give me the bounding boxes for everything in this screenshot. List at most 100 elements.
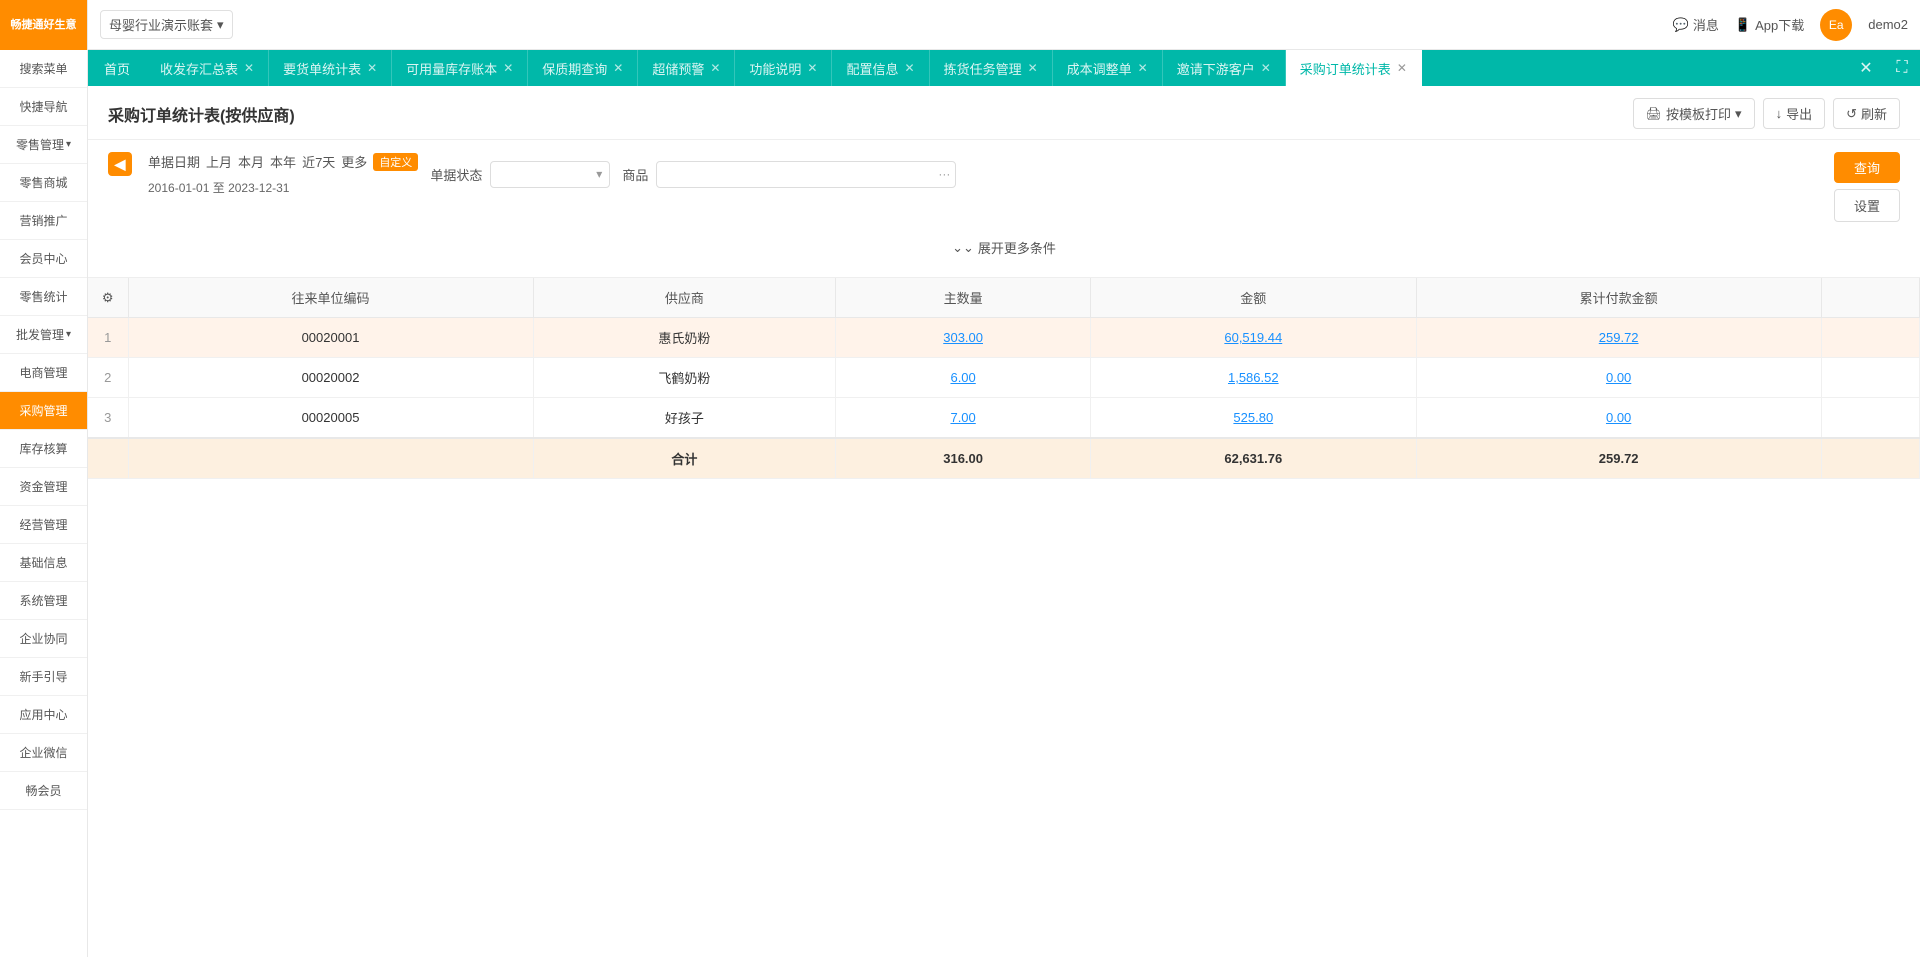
quantity-link[interactable]: 303.00 [943, 330, 983, 345]
status-select[interactable] [490, 161, 610, 188]
nav-tab-拣货任务管理[interactable]: 拣货任务管理✕ [930, 50, 1053, 86]
shortcut-this-year[interactable]: 本年 [270, 152, 296, 171]
avatar[interactable]: Ea [1820, 9, 1852, 41]
sidebar-item-搜索菜单[interactable]: 搜索菜单 [0, 50, 88, 88]
amount-link[interactable]: 1,586.52 [1228, 370, 1279, 385]
goods-dots-btn[interactable]: ··· [938, 167, 950, 181]
col-supplier: 供应商 [533, 278, 836, 318]
tab-label: 邀请下游客户 [1177, 59, 1255, 78]
paid-amount-link[interactable]: 0.00 [1606, 370, 1631, 385]
shortcut-last-month[interactable]: 上月 [206, 152, 232, 171]
export-button[interactable]: ↓ 导出 [1763, 98, 1826, 129]
tab-label: 成本调整单 [1067, 59, 1132, 78]
sidebar-item-应用中心[interactable]: 应用中心 [0, 696, 88, 734]
sidebar-item-库存核算[interactable]: 库存核算 [0, 430, 88, 468]
maximize-icon[interactable]: ⛶ [1884, 50, 1920, 86]
logo-text: 畅捷通好生意 [11, 18, 77, 32]
username-label[interactable]: demo2 [1868, 17, 1908, 32]
message-icon: 💬 [1673, 17, 1689, 33]
tab-close-icon[interactable]: ✕ [1261, 61, 1271, 75]
quantity-link[interactable]: 6.00 [950, 370, 975, 385]
sidebar-item-label: 应用中心 [19, 708, 67, 722]
nav-tab-保质期查询[interactable]: 保质期查询✕ [528, 50, 638, 86]
col-unit-code: 往来单位编码 [128, 278, 533, 318]
table-container: ⚙ 往来单位编码 供应商 主数量 金额 累计付款金额 1 00020001 惠氏… [88, 278, 1920, 957]
topbar: 母婴行业演示账套 ▾ 💬 消息 📱 App下载 Ea demo2 [88, 0, 1920, 50]
amount-link[interactable]: 525.80 [1233, 410, 1273, 425]
amount-link[interactable]: 60,519.44 [1224, 330, 1282, 345]
sidebar-item-label: 营销推广 [19, 214, 67, 228]
message-btn[interactable]: 💬 消息 [1673, 15, 1719, 34]
tab-close-icon[interactable]: ✕ [807, 61, 817, 75]
column-settings-icon[interactable]: ⚙ [102, 290, 114, 305]
tab-close-icon[interactable]: ✕ [367, 61, 377, 75]
row-num: 1 [88, 318, 128, 358]
sidebar-item-企业微信[interactable]: 企业微信 [0, 734, 88, 772]
refresh-button[interactable]: ↺ 刷新 [1833, 98, 1900, 129]
tab-close-icon[interactable]: ✕ [1138, 61, 1148, 75]
sidebar-item-基础信息[interactable]: 基础信息 [0, 544, 88, 582]
sidebar-item-系统管理[interactable]: 系统管理 [0, 582, 88, 620]
nav-tab-邀请下游客户[interactable]: 邀请下游客户 ✕ [1163, 50, 1286, 86]
paid-amount-link[interactable]: 259.72 [1599, 330, 1639, 345]
settings-button[interactable]: 设置 [1834, 189, 1900, 222]
quantity-link[interactable]: 7.00 [950, 410, 975, 425]
sidebar-item-快捷导航[interactable]: 快捷导航 [0, 88, 88, 126]
arrow-down-icon: ▾ [66, 139, 71, 150]
shortcut-this-month[interactable]: 本月 [238, 152, 264, 171]
sidebar-item-零售管理[interactable]: 零售管理▾ [0, 126, 88, 164]
sidebar-item-资金管理[interactable]: 资金管理 [0, 468, 88, 506]
tab-close-icon[interactable]: ✕ [613, 61, 623, 75]
tab-close-icon[interactable]: ✕ [710, 61, 720, 75]
nav-tab-首页[interactable]: 首页 [88, 50, 146, 86]
sidebar-item-采购管理[interactable]: 采购管理 [0, 392, 88, 430]
custom-badge[interactable]: 自定义 [373, 153, 418, 171]
avatar-text: Ea [1829, 18, 1844, 32]
sidebar-item-畅会员[interactable]: 畅会员 [0, 772, 88, 810]
table-row[interactable]: 2 00020002 飞鹤奶粉 6.00 1,586.52 0.00 [88, 358, 1920, 398]
date-to[interactable]: 2023-12-31 [228, 181, 289, 195]
nav-tab-配置信息[interactable]: 配置信息 ✕ [832, 50, 929, 86]
expand-more-btn[interactable]: ⌄⌄ 展开更多条件 [944, 230, 1064, 265]
workspace-dropdown[interactable]: 母婴行业演示账套 ▾ [100, 10, 233, 39]
shortcut-more[interactable]: 更多 [341, 152, 367, 171]
tab-close-icon[interactable]: ✕ [503, 61, 513, 75]
dropdown-arrow-icon: ▾ [217, 17, 224, 33]
print-button[interactable]: 🖨 按模板打印 ▾ [1633, 98, 1755, 129]
sidebar-item-营销推广[interactable]: 营销推广 [0, 202, 88, 240]
tab-label: 配置信息 [846, 59, 898, 78]
query-button[interactable]: 查询 [1834, 152, 1900, 183]
sidebar-item-零售商城[interactable]: 零售商城 [0, 164, 88, 202]
sidebar-item-企业协同[interactable]: 企业协同 [0, 620, 88, 658]
nav-tab-功能说明[interactable]: 功能说明✕ [735, 50, 832, 86]
nav-tab-收发存汇总表[interactable]: 收发存汇总表✕ [146, 50, 269, 86]
nav-tab-可用量库存账本[interactable]: 可用量库存账本✕ [392, 50, 528, 86]
nav-tab-超储预警[interactable]: 超储预警✕ [638, 50, 735, 86]
sidebar-item-新手引导[interactable]: 新手引导 [0, 658, 88, 696]
tab-close-icon[interactable]: ✕ [905, 61, 915, 75]
sidebar-item-经营管理[interactable]: 经营管理 [0, 506, 88, 544]
nav-tab-采购订单统计表[interactable]: 采购订单统计表✕ [1286, 50, 1422, 86]
goods-input[interactable] [656, 161, 956, 188]
sidebar-item-会员中心[interactable]: 会员中心 [0, 240, 88, 278]
app-download-btn[interactable]: 📱 App下载 [1735, 15, 1804, 34]
tab-close-icon[interactable]: ✕ [1397, 61, 1407, 75]
topbar-right: 💬 消息 📱 App下载 Ea demo2 [1673, 9, 1908, 41]
date-from[interactable]: 2016-01-01 [148, 181, 209, 195]
close-tab-icon[interactable]: ✕ [1848, 50, 1884, 86]
page-header: 采购订单统计表(按供应商) 🖨 按模板打印 ▾ ↓ 导出 ↺ 刷新 [88, 86, 1920, 140]
nav-tab-要货单统计表[interactable]: 要货单统计表✕ [269, 50, 392, 86]
sidebar-item-电商管理[interactable]: 电商管理 [0, 354, 88, 392]
app-download-label: App下载 [1755, 15, 1804, 34]
table-row[interactable]: 1 00020001 惠氏奶粉 303.00 60,519.44 259.72 [88, 318, 1920, 358]
table-row[interactable]: 3 00020005 好孩子 7.00 525.80 0.00 [88, 398, 1920, 439]
shortcut-7days[interactable]: 近7天 [302, 152, 335, 171]
paid-amount-link[interactable]: 0.00 [1606, 410, 1631, 425]
sidebar-item-label: 搜索菜单 [19, 62, 67, 76]
tab-close-icon[interactable]: ✕ [244, 61, 254, 75]
sidebar-item-零售统计[interactable]: 零售统计 [0, 278, 88, 316]
tab-close-icon[interactable]: ✕ [1028, 61, 1038, 75]
sidebar-item-批发管理[interactable]: 批发管理▾ [0, 316, 88, 354]
nav-tab-成本调整单[interactable]: 成本调整单 ✕ [1053, 50, 1163, 86]
filter-toggle-btn[interactable]: ◀ [108, 152, 132, 176]
